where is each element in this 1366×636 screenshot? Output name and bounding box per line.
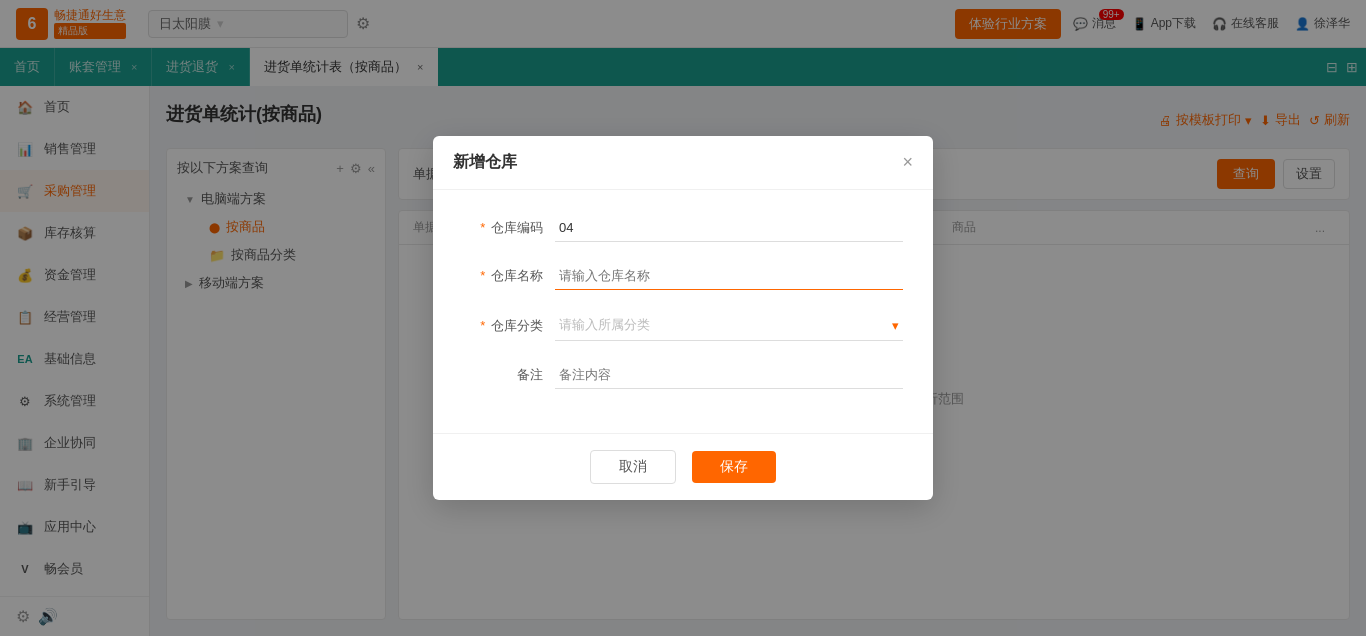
modal-close-button[interactable]: × (902, 152, 913, 173)
dropdown-arrow-icon: ▾ (892, 318, 899, 333)
warehouse-category-label: * 仓库分类 (463, 317, 543, 335)
warehouse-name-input[interactable] (555, 262, 903, 290)
warehouse-remark-row: 备注 (463, 361, 903, 389)
warehouse-remark-label: 备注 (463, 366, 543, 384)
required-star-1: * (480, 220, 485, 235)
warehouse-code-row: * 仓库编码 (463, 214, 903, 242)
modal-overlay: 新增仓库 × * 仓库编码 * 仓库名称 (0, 0, 1366, 636)
modal-footer: 取消 保存 (433, 433, 933, 500)
warehouse-code-label: * 仓库编码 (463, 219, 543, 237)
warehouse-code-input[interactable] (555, 214, 903, 242)
save-button[interactable]: 保存 (692, 451, 776, 483)
cancel-button[interactable]: 取消 (590, 450, 676, 484)
category-placeholder: 请输入所属分类 (559, 316, 650, 334)
warehouse-remark-input[interactable] (555, 361, 903, 389)
warehouse-name-row: * 仓库名称 (463, 262, 903, 290)
modal-header: 新增仓库 × (433, 136, 933, 190)
modal-body: * 仓库编码 * 仓库名称 * 仓库分类 请输入 (433, 190, 933, 433)
warehouse-category-row: * 仓库分类 请输入所属分类 ▾ (463, 310, 903, 341)
modal-title: 新增仓库 (453, 152, 517, 173)
warehouse-category-dropdown[interactable]: 请输入所属分类 ▾ (555, 310, 903, 341)
warehouse-name-label: * 仓库名称 (463, 267, 543, 285)
required-star-3: * (480, 318, 485, 333)
new-warehouse-modal: 新增仓库 × * 仓库编码 * 仓库名称 (433, 136, 933, 500)
required-star-2: * (480, 268, 485, 283)
